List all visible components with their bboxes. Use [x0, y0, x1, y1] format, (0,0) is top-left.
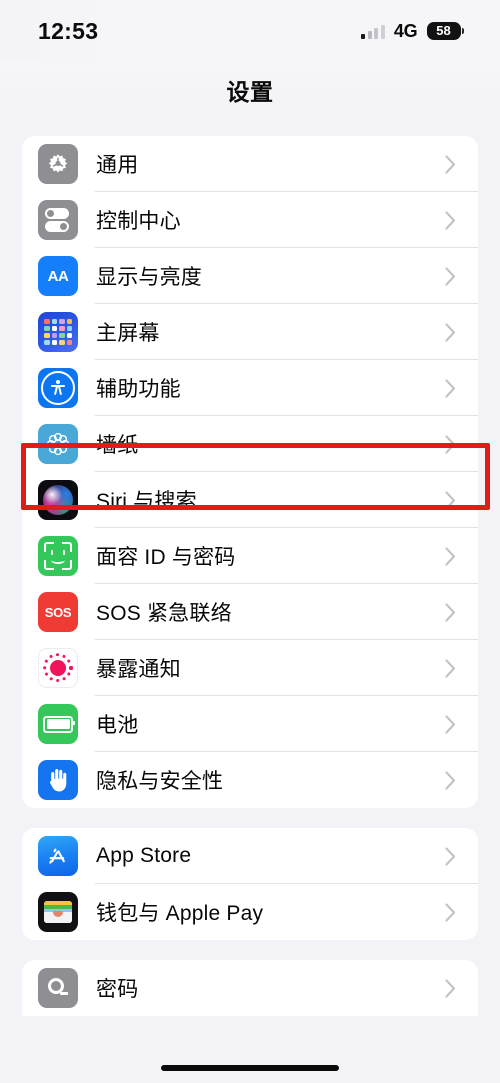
- chevron-right-icon: [445, 902, 456, 922]
- chevron-right-icon: [445, 658, 456, 678]
- navigation-bar: 设置: [0, 62, 500, 118]
- settings-row-app-store[interactable]: App Store: [22, 828, 478, 884]
- settings-row-label: 电池: [96, 714, 139, 737]
- aa-glyph: AA: [47, 267, 69, 285]
- chevron-right-icon: [445, 714, 456, 734]
- settings-row-label: 钱包与 Apple Pay: [96, 902, 264, 925]
- chevron-right-icon: [445, 210, 456, 230]
- chevron-right-icon: [445, 978, 456, 998]
- battery-settings-icon: [38, 704, 78, 744]
- settings-row-control-center[interactable]: 控制中心: [22, 192, 478, 248]
- settings-row-emergency-sos[interactable]: SOS SOS 紧急联络: [22, 584, 478, 640]
- control-center-icon: [38, 200, 78, 240]
- chevron-right-icon: [445, 546, 456, 566]
- settings-row-wallet-apple-pay[interactable]: 钱包与 Apple Pay: [22, 884, 478, 940]
- chevron-right-icon: [445, 490, 456, 510]
- chevron-right-icon: [445, 322, 456, 342]
- status-bar-indicators: 4G 58: [361, 21, 464, 42]
- settings-row-label: 主屏幕: [96, 322, 160, 345]
- settings-row-label: 墙纸: [96, 434, 139, 457]
- settings-row-label: 控制中心: [96, 210, 181, 233]
- settings-row-wallpaper[interactable]: 墙纸: [22, 416, 478, 472]
- battery-nub: [462, 28, 464, 34]
- settings-row-accessibility[interactable]: 辅助功能: [22, 360, 478, 416]
- settings-row-exposure-notifications[interactable]: 暴露通知: [22, 640, 478, 696]
- settings-row-label: Siri 与搜索: [96, 490, 197, 513]
- settings-row-label: 通用: [96, 154, 139, 177]
- settings-row-label: 隐私与安全性: [96, 770, 224, 793]
- chevron-right-icon: [445, 846, 456, 866]
- chevron-right-icon: [445, 266, 456, 286]
- settings-row-siri-search[interactable]: Siri 与搜索: [22, 472, 478, 528]
- settings-row-display-brightness[interactable]: AA 显示与亮度: [22, 248, 478, 304]
- home-indicator[interactable]: [161, 1065, 339, 1071]
- settings-row-label: 显示与亮度: [96, 266, 202, 289]
- wallpaper-icon: [38, 424, 78, 464]
- settings-row-label: 辅助功能: [96, 378, 181, 401]
- emergency-sos-icon: SOS: [38, 592, 78, 632]
- display-brightness-icon: AA: [38, 256, 78, 296]
- passwords-key-icon: [38, 968, 78, 1008]
- chevron-right-icon: [445, 770, 456, 790]
- settings-group-store: App Store 钱包与 Apple Pay: [22, 828, 478, 940]
- settings-row-label: App Store: [96, 844, 192, 867]
- settings-row-label: 暴露通知: [96, 658, 181, 681]
- face-id-icon: [38, 536, 78, 576]
- settings-group-passwords: 密码: [22, 960, 478, 1016]
- network-type-label: 4G: [393, 20, 418, 41]
- settings-list[interactable]: 通用 控制中心 AA 显示与亮度 主屏幕 辅助功能 墙纸 Siri 与搜索 面容…: [0, 118, 500, 1016]
- app-store-icon: [38, 836, 78, 876]
- settings-row-label: SOS 紧急联络: [96, 602, 232, 625]
- cellular-signal-icon: [361, 24, 385, 39]
- settings-row-privacy-security[interactable]: 隐私与安全性: [22, 752, 478, 808]
- settings-group-system: 通用 控制中心 AA 显示与亮度 主屏幕 辅助功能 墙纸 Siri 与搜索 面容…: [22, 136, 478, 808]
- chevron-right-icon: [445, 434, 456, 454]
- accessibility-icon: [38, 368, 78, 408]
- settings-row-label: 密码: [96, 978, 139, 1001]
- status-bar: 12:53 4G 58: [0, 0, 500, 62]
- home-screen-icon: [38, 312, 78, 352]
- settings-row-passwords[interactable]: 密码: [22, 960, 478, 1016]
- settings-row-face-id-passcode[interactable]: 面容 ID 与密码: [22, 528, 478, 584]
- exposure-notification-icon: [38, 648, 78, 688]
- chevron-right-icon: [445, 378, 456, 398]
- settings-row-general[interactable]: 通用: [22, 136, 478, 192]
- settings-row-label: 面容 ID 与密码: [96, 546, 236, 569]
- settings-row-home-screen[interactable]: 主屏幕: [22, 304, 478, 360]
- wallet-icon: [38, 892, 78, 932]
- page-title: 设置: [226, 79, 274, 105]
- battery-icon: 58: [426, 22, 464, 40]
- chevron-right-icon: [445, 602, 456, 622]
- privacy-hand-icon: [38, 760, 78, 800]
- settings-row-battery[interactable]: 电池: [22, 696, 478, 752]
- siri-icon: [38, 480, 78, 520]
- gear-icon: [38, 144, 78, 184]
- status-bar-time: 12:53: [38, 17, 99, 44]
- sos-glyph: SOS: [44, 604, 72, 620]
- chevron-right-icon: [445, 154, 456, 174]
- battery-level-label: 58: [426, 22, 461, 40]
